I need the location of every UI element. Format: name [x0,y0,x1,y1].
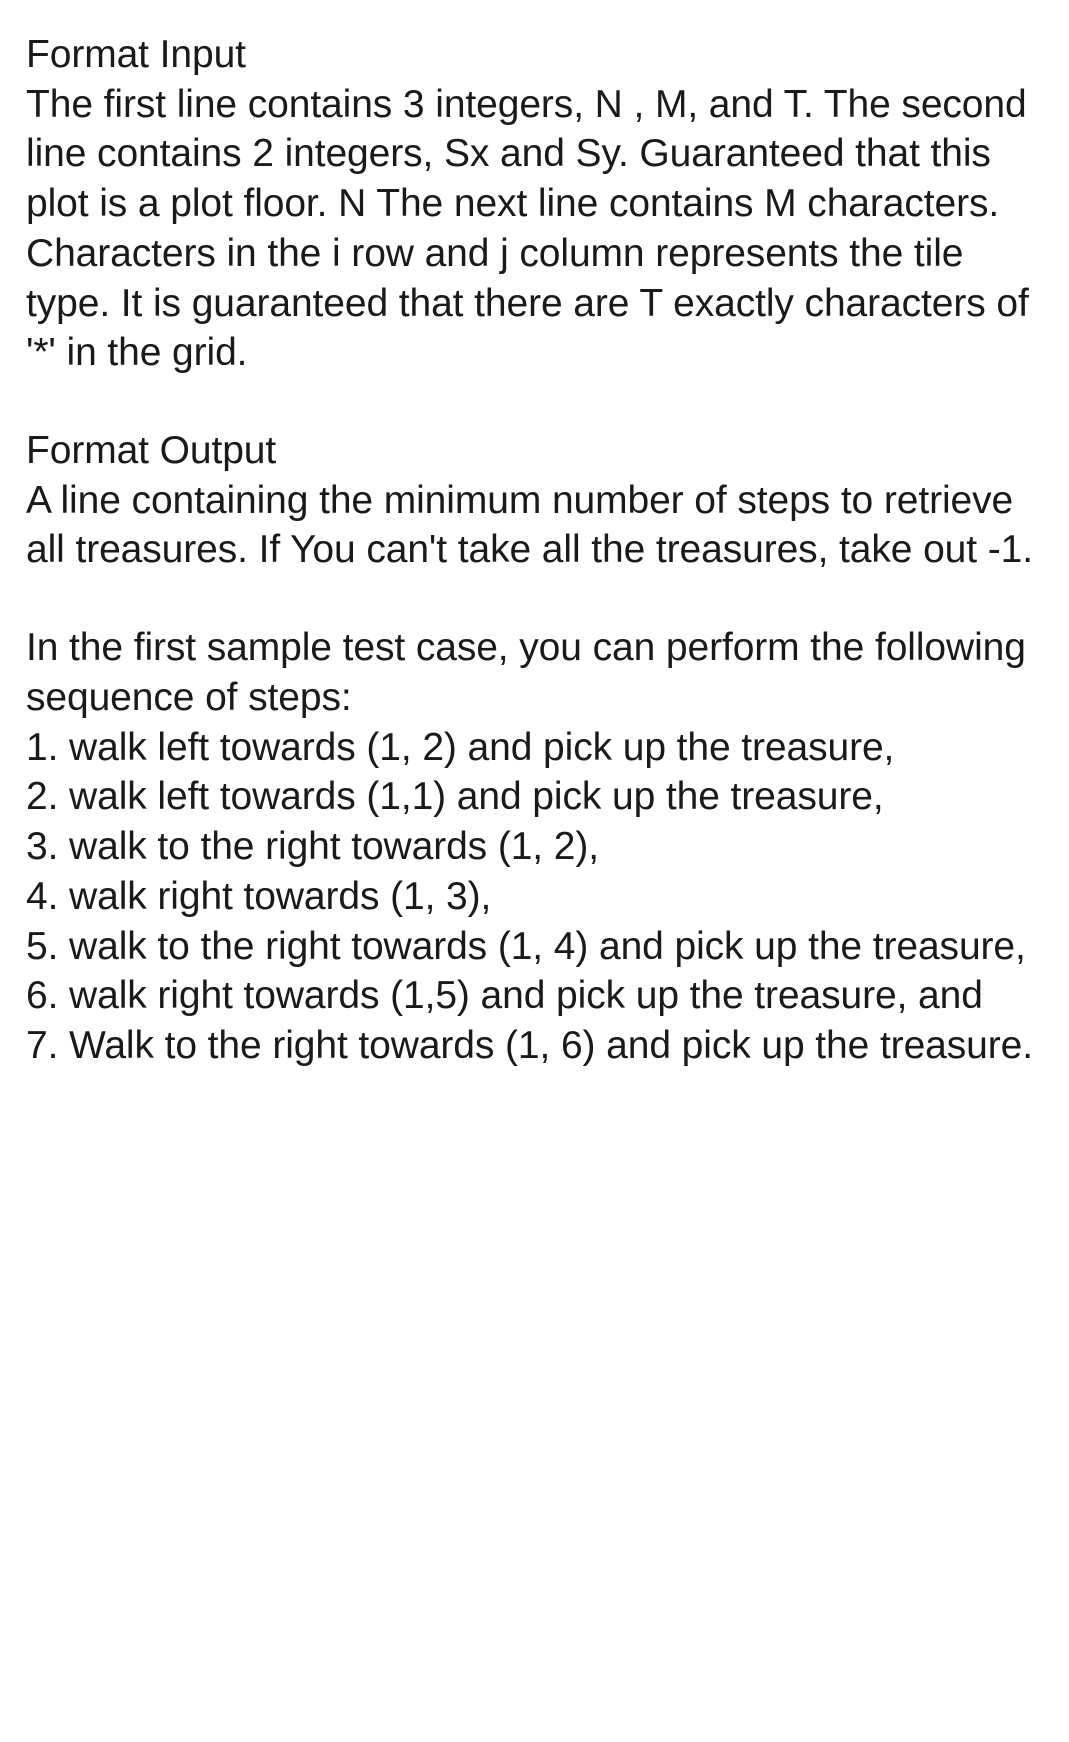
example-section: In the first sample test case, you can p… [26,623,1045,1070]
format-output-heading: Format Output [26,429,276,472]
example-step-3: 3. walk to the right towards (1, 2), [26,825,599,868]
example-step-7: 7. Walk to the right towards (1, 6) and … [26,1024,1033,1067]
format-output-section: Format Output A line containing the mini… [26,426,1045,575]
example-step-5: 5. walk to the right towards (1, 4) and … [26,925,1026,968]
example-step-2: 2. walk left towards (1,1) and pick up t… [26,775,884,818]
example-intro: In the first sample test case, you can p… [26,626,1026,719]
format-input-section: Format Input The first line contains 3 i… [26,30,1045,378]
example-step-4: 4. walk right towards (1, 3), [26,875,491,918]
format-input-heading: Format Input [26,33,246,76]
format-input-body: The first line contains 3 integers, N , … [26,83,1029,375]
example-step-1: 1. walk left towards (1, 2) and pick up … [26,726,894,769]
format-output-body: A line containing the minimum number of … [26,479,1033,572]
example-step-6: 6. walk right towards (1,5) and pick up … [26,974,983,1017]
